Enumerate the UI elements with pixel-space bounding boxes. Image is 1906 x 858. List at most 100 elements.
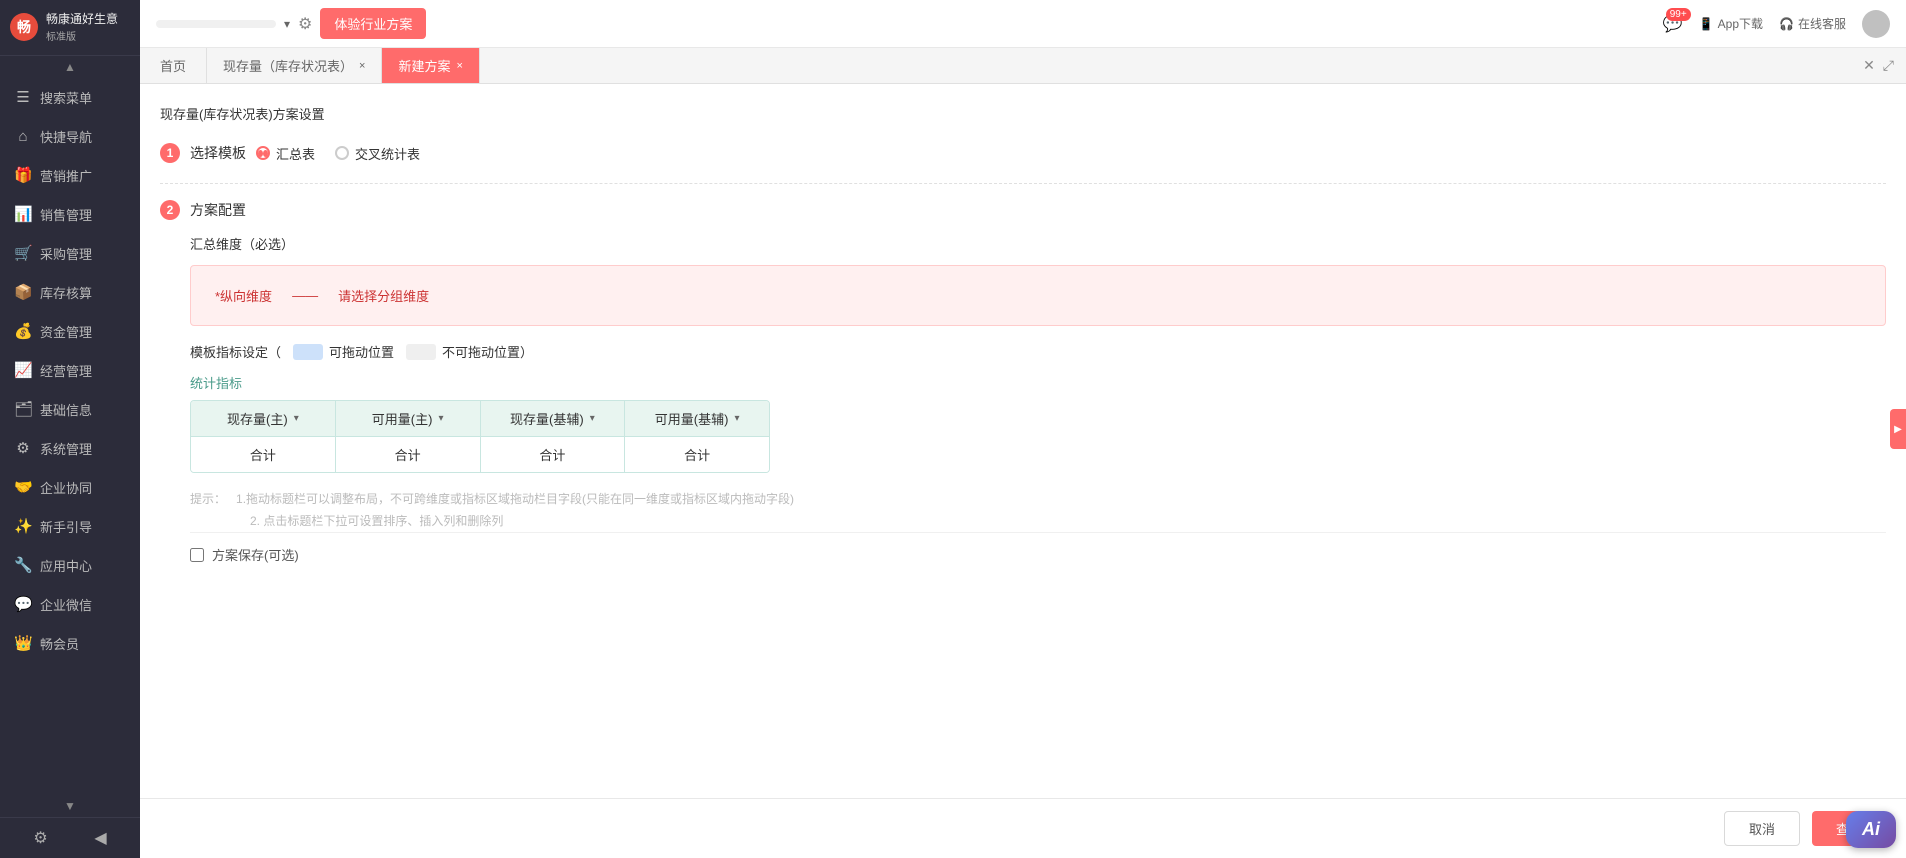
sidebar-item-operations[interactable]: 📈 经营管理 (0, 351, 140, 390)
col-stock-aux-chevron: ▾ (590, 413, 595, 424)
app-name: 畅康通好生意 (46, 12, 118, 28)
sidebar-item-member[interactable]: 👑 畅会员 (0, 624, 140, 663)
col-available-main-chevron: ▾ (438, 413, 443, 424)
col-available-aux-label: 可用量(基辅) (655, 409, 729, 428)
sidebar-item-marketing[interactable]: 🎁 营销推广 (0, 156, 140, 195)
tab-home-label: 首页 (160, 56, 186, 75)
tab-inventory-status[interactable]: 现存量（库存状况表） × (207, 48, 382, 83)
col-stock-aux-label: 现存量(基辅) (510, 409, 584, 428)
cell-available-aux: 合计 (625, 437, 769, 472)
tab-inventory-close-icon[interactable]: × (359, 60, 365, 72)
collapse-icon[interactable]: ◀ (94, 828, 106, 848)
topbar-search-box (156, 20, 276, 28)
col-available-aux-chevron: ▾ (734, 413, 739, 424)
cancel-button[interactable]: 取消 (1724, 811, 1800, 846)
hint-prefix: 提示： (190, 492, 233, 506)
radio-summary-circle (256, 146, 270, 160)
cell-available-main: 合计 (336, 437, 481, 472)
sidebar-item-basic[interactable]: 🗂 基础信息 (0, 390, 140, 429)
sidebar-item-purchase[interactable]: 🛒 采购管理 (0, 234, 140, 273)
gift-icon: 🎁 (14, 166, 32, 184)
app-name-block: 畅康通好生意 标准版 (46, 12, 118, 43)
crown-icon: 👑 (14, 634, 32, 652)
topbar-left: ▾ ⚙ 体验行业方案 (156, 8, 1651, 39)
template-radio-group: 汇总表 交叉统计表 (256, 144, 420, 163)
radio-summary-table[interactable]: 汇总表 (256, 144, 315, 163)
right-expand-arrow[interactable]: ▶ (1890, 409, 1906, 449)
sidebar-item-inventory-label: 库存核算 (40, 283, 92, 302)
sidebar-scroll-up[interactable]: ▲ (0, 56, 140, 78)
sidebar-nav: ☰ 搜索菜单 ⌂ 快捷导航 🎁 营销推广 📊 销售管理 🛒 采购管理 📦 库存核… (0, 78, 140, 795)
movable-label: 可拖动位置 (329, 342, 394, 361)
sidebar-item-wechat-label: 企业微信 (40, 595, 92, 614)
settings-icon[interactable]: ⚙ (33, 828, 47, 848)
sidebar-item-newguide[interactable]: ✨ 新手引导 (0, 507, 140, 546)
tab-inventory-status-label: 现存量（库存状况表） (223, 56, 353, 75)
sidebar-item-marketing-label: 营销推广 (40, 166, 92, 185)
sidebar-item-wechat[interactable]: 💬 企业微信 (0, 585, 140, 624)
close-window-icon[interactable]: ✕ (1863, 57, 1875, 74)
topbar-right: 💬 99+ 📱 App下载 🎧 在线客服 (1663, 10, 1890, 38)
industry-btn[interactable]: 体验行业方案 (320, 8, 426, 39)
expand-window-icon[interactable]: ⤢ (1883, 57, 1894, 74)
radio-cross-table[interactable]: 交叉统计表 (335, 144, 420, 163)
sidebar-item-finance-label: 资金管理 (40, 322, 92, 341)
online-service-btn[interactable]: 🎧 在线客服 (1779, 15, 1846, 32)
col-header-available-aux[interactable]: 可用量(基辅) ▾ (625, 401, 769, 436)
step2-title: 方案配置 (190, 200, 246, 220)
handshake-icon: 🤝 (14, 478, 32, 496)
tool-icon: 🔧 (14, 556, 32, 574)
topbar-dropdown-icon[interactable]: ▾ (284, 17, 290, 31)
app-download-btn[interactable]: 📱 App下载 (1699, 15, 1763, 32)
system-icon: ⚙ (14, 439, 32, 457)
sidebar-item-inventory[interactable]: 📦 库存核算 (0, 273, 140, 312)
star-icon: ✨ (14, 517, 32, 535)
summary-dimension-label: 汇总维度（必选） (190, 234, 1886, 253)
info-icon: 🗂 (14, 400, 32, 418)
sidebar-item-finance[interactable]: 💰 资金管理 (0, 312, 140, 351)
message-badge: 99+ (1666, 8, 1691, 21)
tab-home[interactable]: 首页 (140, 48, 207, 83)
cell-stock-main: 合计 (191, 437, 336, 472)
cell-stock-aux: 合计 (481, 437, 626, 472)
hints-section: 提示： 1.拖动标题栏可以调整布局，不可跨维度或指标区域拖动栏目字段(只能在同一… (190, 489, 1886, 532)
sidebar-item-system[interactable]: ⚙ 系统管理 (0, 429, 140, 468)
stats-table-row: 合计 合计 合计 合计 (191, 436, 769, 472)
sidebar-item-sales[interactable]: 📊 销售管理 (0, 195, 140, 234)
col-header-stock-main[interactable]: 现存量(主) ▾ (191, 401, 336, 436)
sidebar-scroll-down[interactable]: ▼ (0, 795, 140, 817)
topbar-settings-icon[interactable]: ⚙ (298, 14, 312, 34)
col-header-stock-aux[interactable]: 现存量(基辅) ▾ (481, 401, 626, 436)
message-icon[interactable]: 💬 99+ (1663, 14, 1683, 34)
tab-new-plan-close-icon[interactable]: × (456, 60, 462, 72)
save-checkbox[interactable] (190, 548, 204, 562)
sidebar-item-enterprise[interactable]: 🤝 企业协同 (0, 468, 140, 507)
dimension-alert: *纵向维度 —— 请选择分组维度 (190, 265, 1886, 326)
phone-icon: 📱 (1699, 17, 1714, 31)
unmovable-label: 不可拖动位置） (442, 342, 533, 361)
sidebar-item-appcenter[interactable]: 🔧 应用中心 (0, 546, 140, 585)
main-area: ▾ ⚙ 体验行业方案 💬 99+ 📱 App下载 🎧 在线客服 首页 现 (140, 0, 1906, 858)
sidebar-item-quicknav[interactable]: ⌂ 快捷导航 (0, 117, 140, 156)
tab-new-plan[interactable]: 新建方案 × (382, 48, 479, 83)
sidebar-item-enterprise-label: 企业协同 (40, 478, 92, 497)
radio-cross-label: 交叉统计表 (355, 144, 420, 163)
dimension-placeholder-text[interactable]: 请选择分组维度 (338, 286, 429, 305)
page-title: 现存量(库存状况表)方案设置 (160, 104, 1886, 123)
col-header-available-main[interactable]: 可用量(主) ▾ (336, 401, 481, 436)
radio-cross-circle (335, 146, 349, 160)
ai-float-button[interactable]: Ai (1846, 811, 1896, 848)
indicator-label: 模板指标设定（ (190, 342, 281, 361)
sidebar-item-search[interactable]: ☰ 搜索菜单 (0, 78, 140, 117)
col-stock-main-label: 现存量(主) (227, 409, 288, 428)
sidebar-item-newguide-label: 新手引导 (40, 517, 92, 536)
money-icon: 💰 (14, 322, 32, 340)
section-divider-1 (160, 183, 1886, 184)
bottom-bar: 取消 查询 (140, 798, 1906, 858)
radio-summary-label: 汇总表 (276, 144, 315, 163)
user-avatar[interactable] (1862, 10, 1890, 38)
topbar: ▾ ⚙ 体验行业方案 💬 99+ 📱 App下载 🎧 在线客服 (140, 0, 1906, 48)
sidebar-item-sales-label: 销售管理 (40, 205, 92, 224)
headset-icon: 🎧 (1779, 17, 1794, 31)
save-option: 方案保存(可选) (190, 532, 1886, 576)
